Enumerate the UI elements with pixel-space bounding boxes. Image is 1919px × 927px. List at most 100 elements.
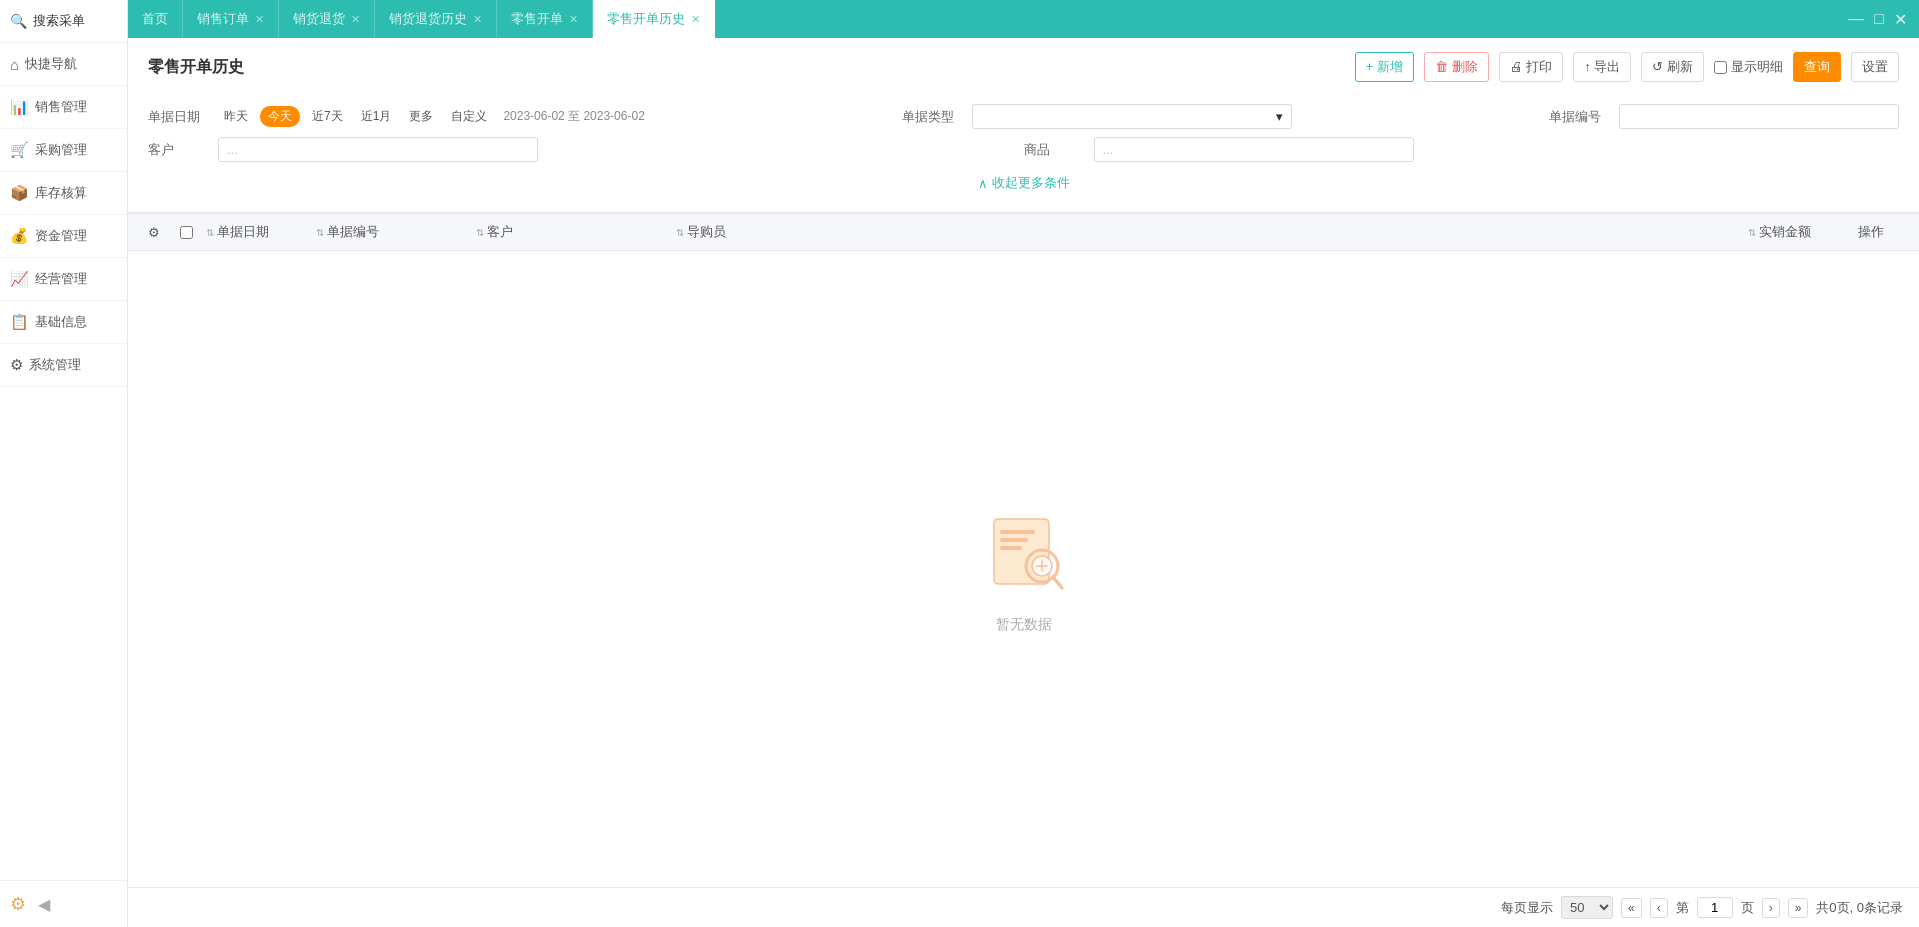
content-area: 零售开单历史 + 新增 🗑 删除 🖨 打印 ↑ 导出 ↺ 刷新 显示明细 查询 … <box>128 38 1919 927</box>
th-num[interactable]: ⇅ 单据编号 <box>310 223 470 241</box>
sidebar-search[interactable]: 🔍 搜索采单 <box>0 0 127 43</box>
sidebar-item-quick-nav[interactable]: ⌂ 快捷导航 <box>0 43 127 86</box>
collapse-icon: ∧ <box>978 176 988 191</box>
close-window-btn[interactable]: ✕ <box>1894 10 1907 29</box>
tab-retail-open-close[interactable]: ✕ <box>569 13 578 26</box>
tab-sales-return[interactable]: 销货退货 ✕ <box>279 0 375 38</box>
page-number-input[interactable] <box>1697 897 1733 918</box>
th-amount[interactable]: ⇅ 实销金额 <box>790 223 1831 241</box>
sidebar-item-purchase-mgmt[interactable]: 🛒 采购管理 <box>0 129 127 172</box>
page-label: 第 <box>1676 899 1689 917</box>
tab-bar: 首页 销售订单 ✕ 销货退货 ✕ 销货退货历史 ✕ 零售开单 ✕ 零售开单历史 … <box>128 0 1919 38</box>
page-header: 零售开单历史 + 新增 🗑 删除 🖨 打印 ↑ 导出 ↺ 刷新 显示明细 查询 … <box>128 38 1919 213</box>
sidebar-item-label: 销售管理 <box>35 98 87 116</box>
date-btn-7days[interactable]: 近7天 <box>306 106 349 127</box>
refresh-button[interactable]: ↺ 刷新 <box>1641 52 1704 82</box>
tab-sales-order-label: 销售订单 <box>197 10 249 28</box>
tab-retail-open[interactable]: 零售开单 ✕ <box>497 0 593 38</box>
th-amount-sort-icon: ⇅ <box>1748 227 1756 238</box>
export-button[interactable]: ↑ 导出 <box>1573 52 1631 82</box>
search-icon: 🔍 <box>10 13 27 29</box>
tab-sales-return-history[interactable]: 销货退货历史 ✕ <box>375 0 497 38</box>
th-guide-label: 导购员 <box>687 223 726 241</box>
date-btn-today[interactable]: 今天 <box>260 106 300 127</box>
operations-icon: 📈 <box>10 270 29 288</box>
type-dropdown-icon: ▾ <box>1276 109 1283 124</box>
minimize-btn[interactable]: — <box>1848 10 1864 28</box>
th-setting[interactable]: ⚙ <box>136 225 172 240</box>
tab-retail-history[interactable]: 零售开单历史 ✕ <box>593 0 715 38</box>
settings-bottom-icon[interactable]: ⚙ <box>10 893 26 915</box>
sidebar-item-base-info[interactable]: 📋 基础信息 <box>0 301 127 344</box>
th-customer-label: 客户 <box>487 223 513 241</box>
th-customer[interactable]: ⇅ 客户 <box>470 223 670 241</box>
date-btn-custom[interactable]: 自定义 <box>445 106 493 127</box>
tab-sales-order[interactable]: 销售订单 ✕ <box>183 0 279 38</box>
tab-sales-return-history-close[interactable]: ✕ <box>473 13 482 26</box>
tab-bar-right: — □ ✕ <box>1848 10 1919 29</box>
add-button[interactable]: + 新增 <box>1355 52 1414 82</box>
num-filter-input[interactable] <box>1619 104 1899 129</box>
print-button[interactable]: 🖨 打印 <box>1499 52 1564 82</box>
th-checkbox[interactable] <box>172 226 200 239</box>
next-page-btn[interactable]: › <box>1762 898 1780 918</box>
sidebar-item-sys-mgmt[interactable]: ⚙ 系统管理 <box>0 344 127 387</box>
sales-icon: 📊 <box>10 98 29 116</box>
maximize-btn[interactable]: □ <box>1874 10 1884 28</box>
type-filter-label: 单据类型 <box>902 108 972 126</box>
tab-sales-return-close[interactable]: ✕ <box>351 13 360 26</box>
tab-retail-open-label: 零售开单 <box>511 10 563 28</box>
sidebar-item-label: 库存核算 <box>35 184 87 202</box>
gear-icon: ⚙ <box>148 225 160 240</box>
first-page-btn[interactable]: « <box>1621 898 1642 918</box>
sidebar-bottom: ⚙ ◀ <box>0 880 127 927</box>
per-page-select[interactable]: 50 10 20 100 <box>1561 896 1613 919</box>
sidebar-item-label: 资金管理 <box>35 227 87 245</box>
settings-button[interactable]: 设置 <box>1851 52 1899 82</box>
tab-home-label: 首页 <box>142 10 168 28</box>
prev-page-btn[interactable]: ‹ <box>1650 898 1668 918</box>
base-info-icon: 📋 <box>10 313 29 331</box>
last-page-btn[interactable]: » <box>1788 898 1809 918</box>
sidebar-item-sales-mgmt[interactable]: 📊 销售管理 <box>0 86 127 129</box>
sidebar-item-label: 快捷导航 <box>25 55 77 73</box>
show-detail-checkbox[interactable]: 显示明细 <box>1714 58 1783 76</box>
sidebar-item-inventory[interactable]: 📦 库存核算 <box>0 172 127 215</box>
date-btn-1month[interactable]: 近1月 <box>355 106 398 127</box>
sidebar-item-operations[interactable]: 📈 经营管理 <box>0 258 127 301</box>
delete-button[interactable]: 🗑 删除 <box>1424 52 1489 82</box>
sidebar: 🔍 搜索采单 ⌂ 快捷导航 📊 销售管理 🛒 采购管理 📦 库存核算 💰 资金管… <box>0 0 128 927</box>
empty-illustration <box>974 504 1074 604</box>
date-btn-more[interactable]: 更多 <box>403 106 439 127</box>
th-guide-sort-icon: ⇅ <box>676 227 684 238</box>
type-filter-select[interactable]: ▾ <box>972 104 1292 129</box>
th-customer-sort-icon: ⇅ <box>476 227 484 238</box>
th-action: 操作 <box>1831 223 1911 241</box>
th-date-label: 单据日期 <box>217 223 269 241</box>
goods-filter-select[interactable]: ... <box>1094 137 1414 162</box>
th-guide[interactable]: ⇅ 导购员 <box>670 223 790 241</box>
tab-sales-order-close[interactable]: ✕ <box>255 13 264 26</box>
show-detail-input[interactable] <box>1714 61 1727 74</box>
date-options: 昨天 今天 近7天 近1月 更多 自定义 <box>218 106 493 127</box>
collapse-bar[interactable]: ∧ 收起更多条件 <box>148 170 1899 202</box>
customer-filter-select[interactable]: ... <box>218 137 538 162</box>
date-btn-yesterday[interactable]: 昨天 <box>218 106 254 127</box>
num-filter-label: 单据编号 <box>1549 108 1619 126</box>
query-button[interactable]: 查询 <box>1793 52 1841 82</box>
tab-retail-history-close[interactable]: ✕ <box>691 13 700 26</box>
filter-area: 单据日期 昨天 今天 近7天 近1月 更多 自定义 2023-06-02 至 2… <box>148 94 1899 212</box>
svg-rect-2 <box>1000 538 1028 542</box>
customer-placeholder: ... <box>227 142 238 157</box>
th-date[interactable]: ⇅ 单据日期 <box>200 223 310 241</box>
sidebar-item-finance[interactable]: 💰 资金管理 <box>0 215 127 258</box>
tab-sales-return-history-label: 销货退货历史 <box>389 10 467 28</box>
filter-row-date: 单据日期 昨天 今天 近7天 近1月 更多 自定义 2023-06-02 至 2… <box>148 104 1899 129</box>
finance-icon: 💰 <box>10 227 29 245</box>
select-all-checkbox[interactable] <box>180 226 193 239</box>
sys-icon: ⚙ <box>10 356 23 374</box>
collapse-sidebar-icon[interactable]: ◀ <box>38 895 50 914</box>
toolbar: + 新增 🗑 删除 🖨 打印 ↑ 导出 ↺ 刷新 显示明细 查询 设置 <box>1355 52 1899 82</box>
tab-home[interactable]: 首页 <box>128 0 183 38</box>
sidebar-item-label: 采购管理 <box>35 141 87 159</box>
